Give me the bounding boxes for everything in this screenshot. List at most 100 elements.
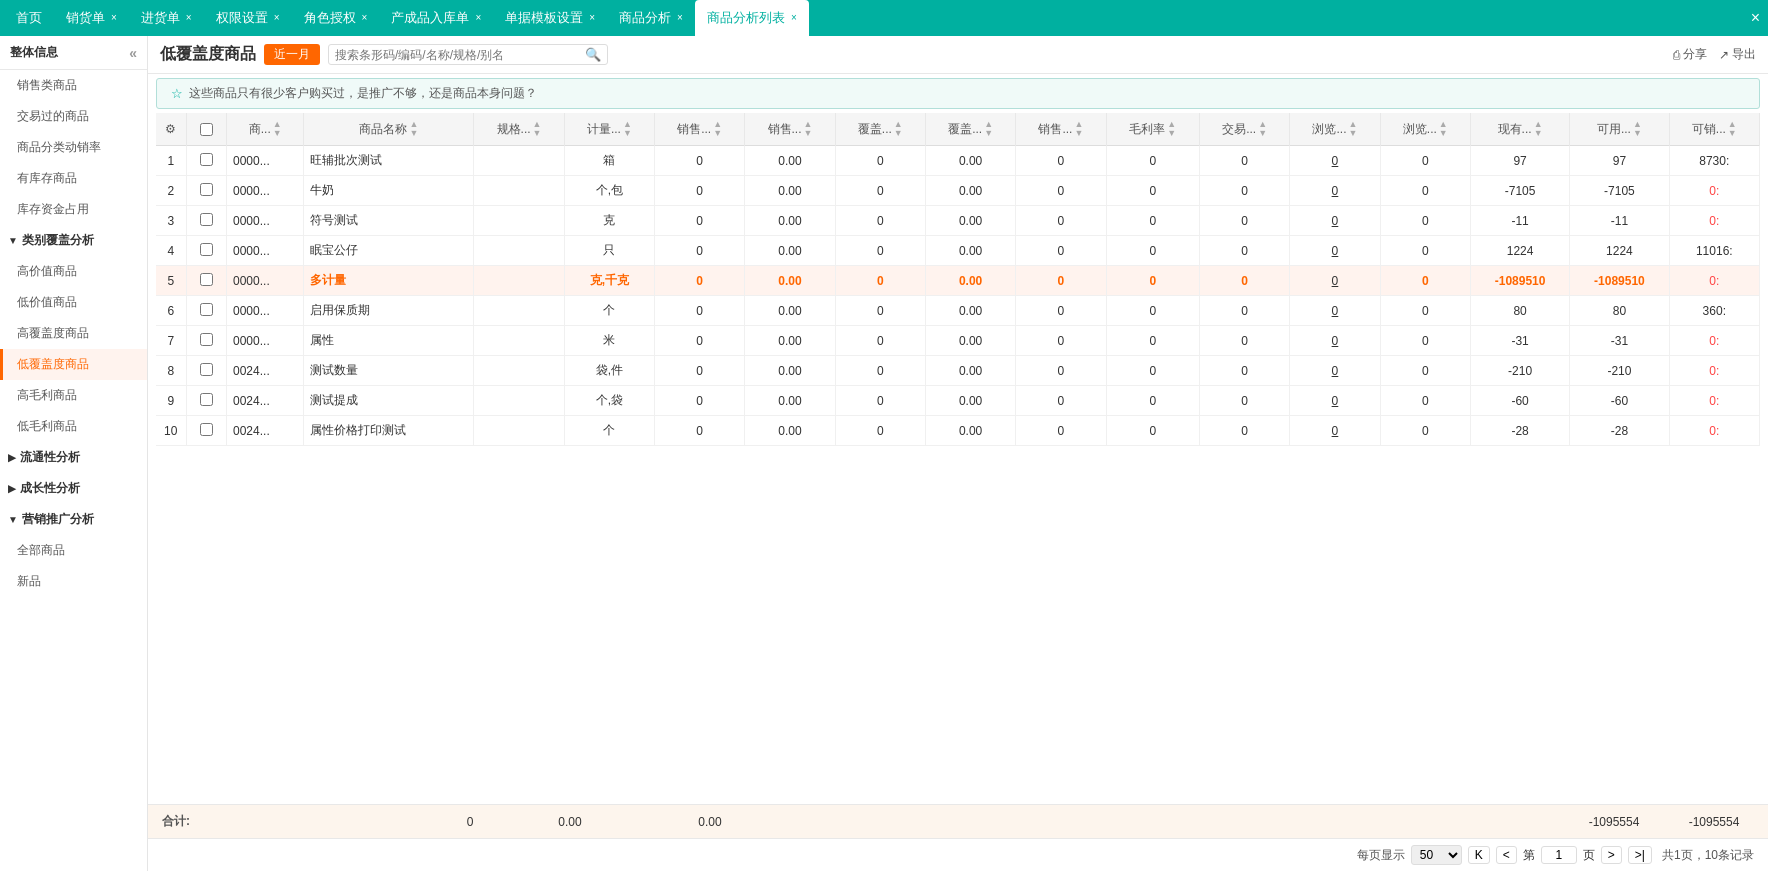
- row-checkbox[interactable]: [186, 176, 227, 206]
- close-icon[interactable]: ×: [475, 0, 481, 36]
- column-spec[interactable]: 规格... ▲▼: [474, 113, 564, 146]
- browse-link[interactable]: 0: [1332, 244, 1339, 258]
- page-number-input[interactable]: [1541, 846, 1577, 864]
- row-checkbox[interactable]: [186, 356, 227, 386]
- row-checkbox[interactable]: [186, 266, 227, 296]
- column-coverage1[interactable]: 覆盖... ▲▼: [835, 113, 925, 146]
- sidebar-item-new-goods[interactable]: 新品: [0, 566, 147, 597]
- row-checkbox[interactable]: [186, 386, 227, 416]
- row-browse1[interactable]: 0: [1290, 386, 1380, 416]
- sidebar-group-growth[interactable]: ▶ 成长性分析: [0, 473, 147, 504]
- prev-page-button[interactable]: <: [1496, 846, 1517, 864]
- row-select-checkbox[interactable]: [200, 213, 213, 226]
- sidebar-item-high-value[interactable]: 高价值商品: [0, 256, 147, 287]
- row-browse1[interactable]: 0: [1290, 296, 1380, 326]
- row-browse1[interactable]: 0: [1290, 146, 1380, 176]
- row-select-checkbox[interactable]: [200, 333, 213, 346]
- row-browse1[interactable]: 0: [1290, 326, 1380, 356]
- browse-link[interactable]: 0: [1332, 394, 1339, 408]
- close-icon[interactable]: ×: [186, 0, 192, 36]
- sidebar-item-stocked-goods[interactable]: 有库存商品: [0, 163, 147, 194]
- sidebar-item-high-margin[interactable]: 高毛利商品: [0, 380, 147, 411]
- sidebar-item-sales-goods[interactable]: 销售类商品: [0, 70, 147, 101]
- column-available-stock[interactable]: 可用... ▲▼: [1570, 113, 1669, 146]
- nav-tab-analysis-list[interactable]: 商品分析列表 ×: [695, 0, 809, 36]
- close-icon[interactable]: ×: [677, 0, 683, 36]
- browse-link[interactable]: 0: [1332, 274, 1339, 288]
- share-button[interactable]: ⎙ 分享: [1673, 46, 1707, 63]
- per-page-select[interactable]: 50 100 200: [1411, 845, 1462, 865]
- column-checkbox[interactable]: [186, 113, 227, 146]
- row-browse1[interactable]: 0: [1290, 206, 1380, 236]
- column-unit[interactable]: 计量... ▲▼: [564, 113, 654, 146]
- column-transaction[interactable]: 交易... ▲▼: [1199, 113, 1289, 146]
- close-icon[interactable]: ×: [274, 0, 280, 36]
- column-sales3[interactable]: 销售... ▲▼: [1016, 113, 1106, 146]
- first-page-button[interactable]: K: [1468, 846, 1490, 864]
- row-select-checkbox[interactable]: [200, 273, 213, 286]
- nav-tab-home[interactable]: 首页: [4, 0, 54, 36]
- row-select-checkbox[interactable]: [200, 183, 213, 196]
- row-checkbox[interactable]: [186, 206, 227, 236]
- column-name[interactable]: 商品名称 ▲▼: [304, 113, 474, 146]
- row-select-checkbox[interactable]: [200, 363, 213, 376]
- nav-tab-permission[interactable]: 权限设置 ×: [204, 0, 292, 36]
- browse-link[interactable]: 0: [1332, 334, 1339, 348]
- nav-tab-sales[interactable]: 销货单 ×: [54, 0, 129, 36]
- browse-link[interactable]: 0: [1332, 424, 1339, 438]
- last-page-button[interactable]: >|: [1628, 846, 1652, 864]
- nav-tab-analysis[interactable]: 商品分析 ×: [607, 0, 695, 36]
- row-select-checkbox[interactable]: [200, 303, 213, 316]
- row-checkbox[interactable]: [186, 236, 227, 266]
- time-filter-button[interactable]: 近一月: [264, 44, 320, 65]
- column-coverage2[interactable]: 覆盖... ▲▼: [925, 113, 1015, 146]
- row-checkbox[interactable]: [186, 146, 227, 176]
- column-code[interactable]: 商... ▲▼: [227, 113, 304, 146]
- sidebar-group-marketing[interactable]: ▼ 营销推广分析: [0, 504, 147, 535]
- next-page-button[interactable]: >: [1601, 846, 1622, 864]
- sidebar-item-traded-goods[interactable]: 交易过的商品: [0, 101, 147, 132]
- close-icon[interactable]: ×: [111, 0, 117, 36]
- column-browse1[interactable]: 浏览... ▲▼: [1290, 113, 1380, 146]
- sidebar-group-flow[interactable]: ▶ 流通性分析: [0, 442, 147, 473]
- row-browse1[interactable]: 0: [1290, 416, 1380, 446]
- browse-link[interactable]: 0: [1332, 214, 1339, 228]
- sidebar-item-stock-fund[interactable]: 库存资金占用: [0, 194, 147, 225]
- row-browse1[interactable]: 0: [1290, 356, 1380, 386]
- sidebar-group-coverage[interactable]: ▼ 类别覆盖分析: [0, 225, 147, 256]
- browse-link[interactable]: 0: [1332, 154, 1339, 168]
- column-current-stock[interactable]: 现有... ▲▼: [1470, 113, 1569, 146]
- browse-link[interactable]: 0: [1332, 304, 1339, 318]
- close-icon[interactable]: ×: [589, 0, 595, 36]
- sidebar-item-high-coverage[interactable]: 高覆盖度商品: [0, 318, 147, 349]
- row-checkbox[interactable]: [186, 326, 227, 356]
- select-all-checkbox[interactable]: [200, 123, 213, 136]
- sidebar-item-low-value[interactable]: 低价值商品: [0, 287, 147, 318]
- row-browse1[interactable]: 0: [1290, 236, 1380, 266]
- close-icon[interactable]: ×: [791, 0, 797, 36]
- table-container[interactable]: ⚙ 商... ▲▼ 商品名称: [148, 113, 1768, 804]
- close-icon[interactable]: ×: [362, 0, 368, 36]
- close-all-button[interactable]: ×: [1751, 0, 1760, 36]
- browse-link[interactable]: 0: [1332, 184, 1339, 198]
- column-sales-qty[interactable]: 销售... ▲▼: [655, 113, 745, 146]
- nav-tab-product-in[interactable]: 产成品入库单 ×: [379, 0, 493, 36]
- sidebar-item-low-coverage[interactable]: 低覆盖度商品: [0, 349, 147, 380]
- row-select-checkbox[interactable]: [200, 243, 213, 256]
- nav-tab-purchase[interactable]: 进货单 ×: [129, 0, 204, 36]
- column-sales-amt[interactable]: 销售... ▲▼: [745, 113, 835, 146]
- column-salable[interactable]: 可销... ▲▼: [1669, 113, 1759, 146]
- sidebar-item-low-margin[interactable]: 低毛利商品: [0, 411, 147, 442]
- row-select-checkbox[interactable]: [200, 423, 213, 436]
- nav-tab-template[interactable]: 单据模板设置 ×: [493, 0, 607, 36]
- export-button[interactable]: ↗ 导出: [1719, 46, 1756, 63]
- row-select-checkbox[interactable]: [200, 393, 213, 406]
- row-checkbox[interactable]: [186, 416, 227, 446]
- row-select-checkbox[interactable]: [200, 153, 213, 166]
- column-browse2[interactable]: 浏览... ▲▼: [1380, 113, 1470, 146]
- sidebar-item-category-turnover[interactable]: 商品分类动销率: [0, 132, 147, 163]
- nav-tab-role[interactable]: 角色授权 ×: [292, 0, 380, 36]
- search-input[interactable]: [335, 48, 585, 62]
- browse-link[interactable]: 0: [1332, 364, 1339, 378]
- row-browse1[interactable]: 0: [1290, 266, 1380, 296]
